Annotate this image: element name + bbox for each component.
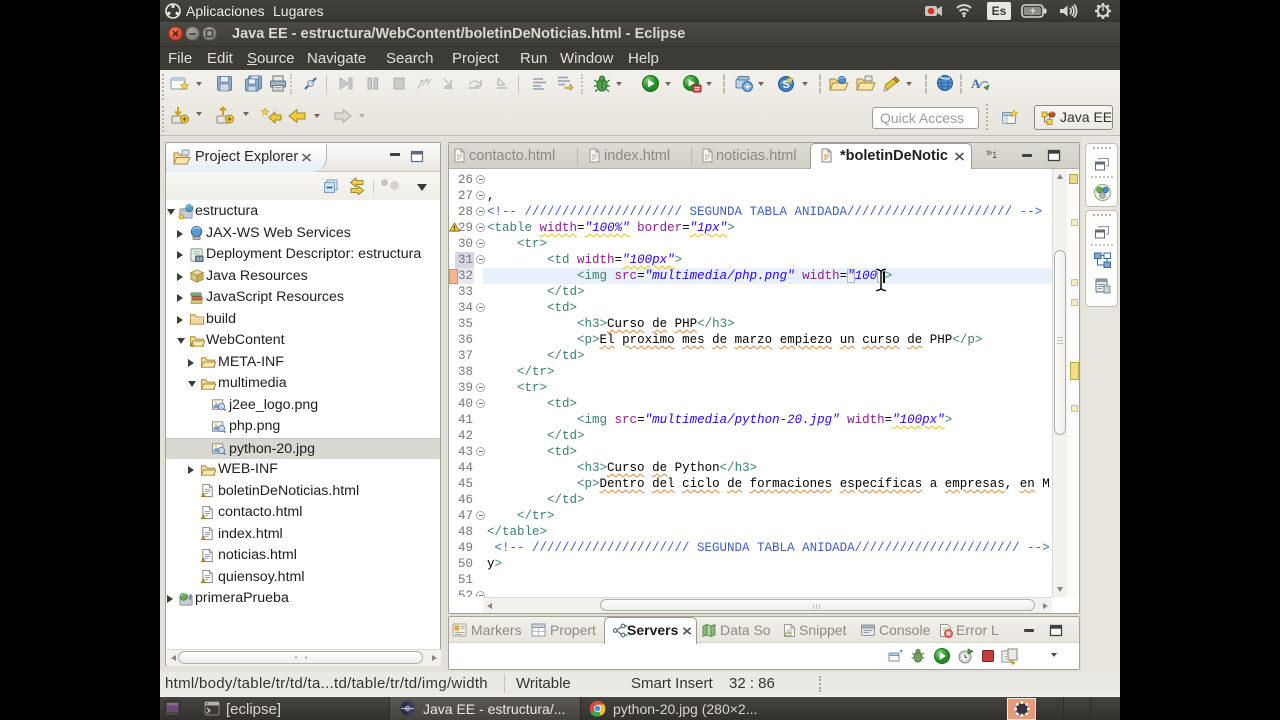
svg-text:!: ! xyxy=(202,536,203,540)
svg-text:A: A xyxy=(971,76,981,91)
svg-text:J: J xyxy=(188,592,192,601)
svg-text:!: ! xyxy=(202,515,203,519)
svg-text:3.0: 3.0 xyxy=(197,256,204,261)
svg-text:!: ! xyxy=(202,558,203,562)
svg-text:!: ! xyxy=(202,579,203,583)
svg-text:!: ! xyxy=(202,493,203,497)
